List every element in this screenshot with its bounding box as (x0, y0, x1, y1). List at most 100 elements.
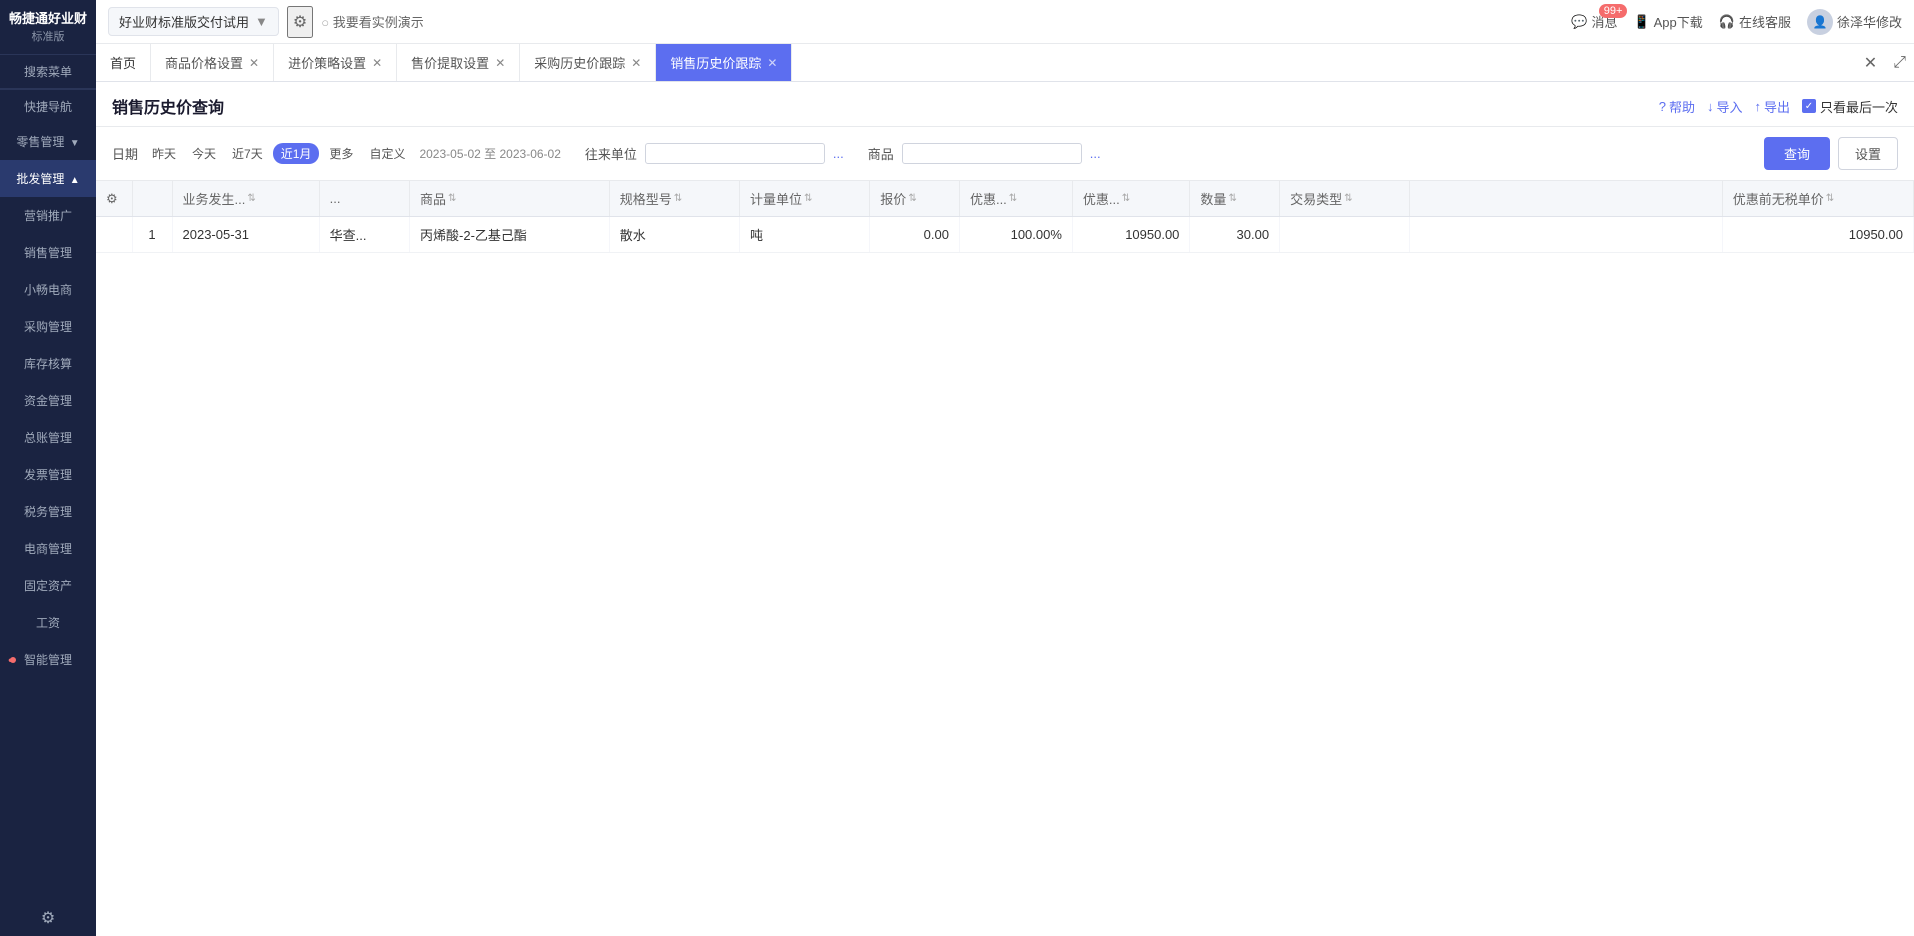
tab-sales-history[interactable]: 销售历史价跟踪 ✕ (656, 44, 792, 82)
query-button[interactable]: 查询 (1764, 137, 1830, 170)
sort-icon: ⇅ (674, 193, 682, 204)
row-gear (96, 217, 132, 253)
export-button[interactable]: ↑ 导出 (1754, 97, 1790, 116)
tab-home[interactable]: 首页 (96, 44, 151, 82)
sidebar-item-wholesale[interactable]: 批发管理 ▲ (0, 160, 96, 197)
tab-close-icon[interactable]: ✕ (372, 56, 382, 70)
sidebar-quick-nav[interactable]: 快捷导航 (0, 89, 96, 123)
sidebar-item-sales[interactable]: 销售管理 (0, 234, 96, 271)
checkbox-checked-icon: ✓ (1802, 99, 1816, 113)
sidebar-item-hr[interactable]: 工资 (0, 604, 96, 641)
sidebar-item-marketing[interactable]: 营销推广 (0, 197, 96, 234)
date-label: 日期 (112, 144, 138, 163)
sidebar-item-smart[interactable]: ● 智能管理 (0, 641, 96, 678)
th-discount1-label: 优惠... (970, 189, 1007, 208)
module-selector[interactable]: 好业财标准版交付试用 ▼ (108, 7, 279, 36)
page-actions: ? 帮助 ↓ 导入 ↑ 导出 ✓ 只看最后一次 (1659, 97, 1898, 116)
th-pre-tax-price[interactable]: 优惠前无税单价 ⇅ (1722, 181, 1913, 217)
source-unit-more-btn[interactable]: ... (833, 146, 844, 161)
sidebar-item-label: 总账管理 (24, 431, 72, 445)
sidebar-item-ecom-small[interactable]: 小畅电商 (0, 271, 96, 308)
online-service-button[interactable]: 🎧 在线客服 (1719, 12, 1791, 31)
th-tx-type[interactable]: 交易类型 ⇅ (1280, 181, 1410, 217)
th-pre-tax-price-label: 优惠前无税单价 (1733, 189, 1824, 208)
only-last-checkbox[interactable]: ✓ 只看最后一次 (1802, 97, 1898, 116)
th-gear[interactable]: ⚙ (96, 181, 132, 217)
product-more-btn[interactable]: ... (1090, 146, 1101, 161)
sidebar-item-finance[interactable]: 资金管理 (0, 382, 96, 419)
date-btn-custom[interactable]: 自定义 (363, 143, 411, 164)
sidebar-item-tax[interactable]: 税务管理 (0, 493, 96, 530)
date-btn-last1month[interactable]: 近1月 (273, 143, 320, 164)
th-more-col[interactable]: ... (319, 181, 409, 217)
sidebar-item-retail[interactable]: 零售管理 ▼ (0, 123, 96, 160)
tab-close-icon[interactable]: ✕ (495, 56, 505, 70)
user-info[interactable]: 👤 徐泽华修改 (1807, 9, 1902, 35)
th-biz-date[interactable]: 业务发生... ⇅ (172, 181, 319, 217)
import-button[interactable]: ↓ 导入 (1707, 97, 1743, 116)
row-qty: 30.00 (1190, 217, 1280, 253)
tab-purchase-history[interactable]: 采购历史价跟踪 ✕ (520, 44, 656, 82)
tab-close-icon[interactable]: ✕ (631, 56, 641, 70)
tab-close-window-button[interactable]: ✕ (1856, 49, 1885, 77)
sidebar-item-assets[interactable]: 固定资产 (0, 567, 96, 604)
tab-label: 采购历史价跟踪 (534, 53, 625, 72)
th-more-col-label: ... (330, 191, 341, 206)
demo-link[interactable]: 我要看实例演示 (321, 12, 423, 31)
sidebar-item-label: 工资 (36, 616, 60, 630)
setting-button[interactable]: 设置 (1838, 137, 1898, 170)
app-download-button[interactable]: 📱 App下载 (1633, 12, 1702, 31)
sidebar-search[interactable]: 搜索菜单 (0, 55, 96, 89)
data-table: ⚙ 业务发生... ⇅ ... (96, 181, 1914, 253)
sidebar-item-ecom[interactable]: 电商管理 (0, 530, 96, 567)
sidebar-item-ledger[interactable]: 总账管理 (0, 419, 96, 456)
tab-label: 进价策略设置 (288, 53, 366, 72)
date-btn-yesterday[interactable]: 昨天 (146, 143, 182, 164)
row-biz-date: 2023-05-31 (172, 217, 319, 253)
message-button[interactable]: 💬 消息 99+ (1571, 12, 1617, 31)
row-company: 华查... (319, 217, 409, 253)
th-discount1[interactable]: 优惠... ⇅ (959, 181, 1072, 217)
sidebar-item-label: 智能管理 (24, 653, 72, 667)
tab-close-icon[interactable]: ✕ (767, 56, 777, 70)
sidebar-item-label: 小畅电商 (24, 283, 72, 297)
sidebar-item-inventory[interactable]: 库存核算 (0, 345, 96, 382)
module-selector-text: 好业财标准版交付试用 (119, 12, 249, 31)
product-input[interactable] (911, 146, 1051, 161)
tab-close-icon[interactable]: ✕ (249, 56, 259, 70)
main-content: 好业财标准版交付试用 ▼ ⚙ 我要看实例演示 💬 消息 99+ 📱 App下载 … (96, 0, 1914, 936)
th-quote[interactable]: 报价 ⇅ (870, 181, 960, 217)
chevron-icon: ▼ (70, 138, 80, 149)
th-qty[interactable]: 数量 ⇅ (1190, 181, 1280, 217)
row-quote: 0.00 (870, 217, 960, 253)
row-unit: 吨 (740, 217, 870, 253)
search-menu-label[interactable]: 搜索菜单 (24, 65, 72, 79)
sidebar-item-label: 营销推广 (24, 209, 72, 223)
th-index (132, 181, 172, 217)
tab-product-price[interactable]: 商品价格设置 ✕ (151, 44, 274, 82)
product-label: 商品 (868, 144, 894, 163)
date-btn-last7[interactable]: 近7天 (226, 143, 269, 164)
topbar-settings-button[interactable]: ⚙ (287, 6, 313, 38)
date-btn-today[interactable]: 今天 (186, 143, 222, 164)
source-unit-input[interactable] (654, 146, 794, 161)
tab-price-extract[interactable]: 售价提取设置 ✕ (397, 44, 520, 82)
sidebar-item-purchase[interactable]: 采购管理 (0, 308, 96, 345)
date-btn-more[interactable]: 更多 (323, 143, 359, 164)
th-spacer (1410, 181, 1722, 217)
tab-maximize-button[interactable]: ⤢ (1885, 50, 1914, 76)
row-discount1: 100.00% (959, 217, 1072, 253)
settings-icon[interactable]: ⚙ (41, 910, 55, 927)
chevron-icon: ▲ (70, 175, 80, 186)
app-logo: 畅捷通好业财 标准版 (0, 0, 96, 55)
dropdown-arrow-icon: ▼ (255, 14, 268, 29)
th-unit[interactable]: 计量单位 ⇅ (740, 181, 870, 217)
th-product[interactable]: 商品 ⇅ (410, 181, 610, 217)
page-header: 销售历史价查询 ? 帮助 ↓ 导入 ↑ 导出 ✓ 只看最后一次 (96, 82, 1914, 127)
th-discount2[interactable]: 优惠... ⇅ (1072, 181, 1190, 217)
help-button[interactable]: ? 帮助 (1659, 97, 1695, 116)
only-last-label: 只看最后一次 (1820, 97, 1898, 116)
th-spec[interactable]: 规格型号 ⇅ (609, 181, 739, 217)
sidebar-item-invoice[interactable]: 发票管理 (0, 456, 96, 493)
tab-purchase-strategy[interactable]: 进价策略设置 ✕ (274, 44, 397, 82)
